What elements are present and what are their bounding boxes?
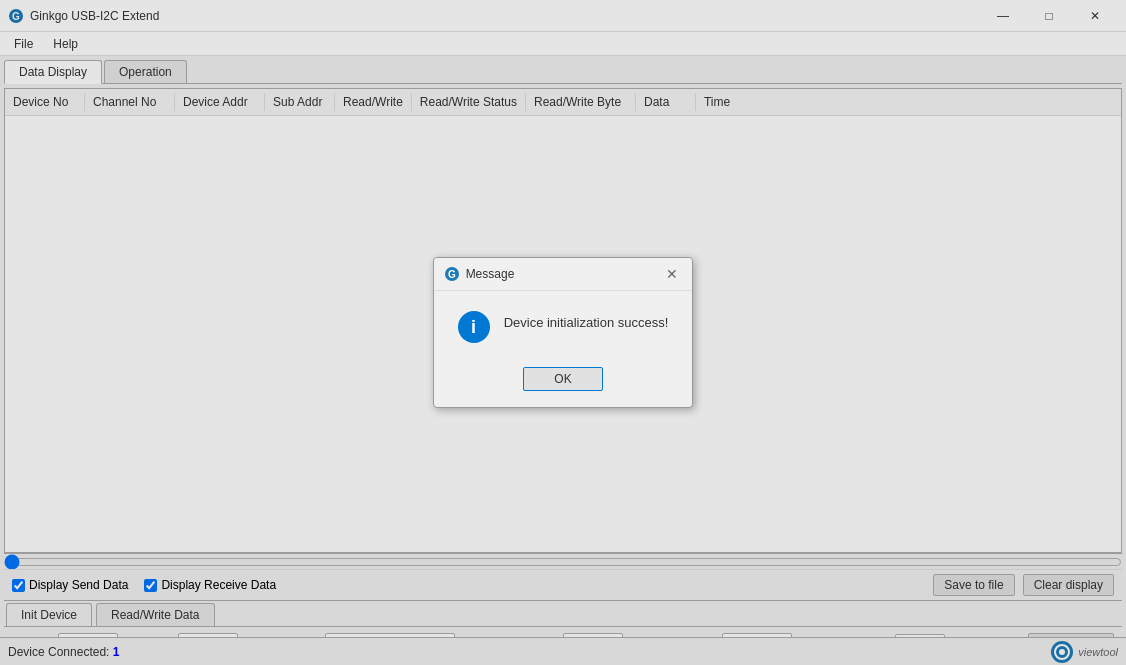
modal-message: Device initialization success! <box>504 311 669 330</box>
modal-overlay: G Message ✕ i Device initialization succ… <box>0 0 1126 665</box>
modal-dialog: G Message ✕ i Device initialization succ… <box>433 257 694 408</box>
modal-close-button[interactable]: ✕ <box>662 264 682 284</box>
modal-body: i Device initialization success! <box>434 291 693 359</box>
modal-ok-button[interactable]: OK <box>523 367 602 391</box>
modal-title-icon: G <box>444 266 460 282</box>
modal-title: Message <box>466 267 663 281</box>
modal-info-icon: i <box>458 311 490 343</box>
modal-title-bar: G Message ✕ <box>434 258 693 291</box>
svg-text:G: G <box>448 269 456 280</box>
modal-footer: OK <box>434 359 693 407</box>
